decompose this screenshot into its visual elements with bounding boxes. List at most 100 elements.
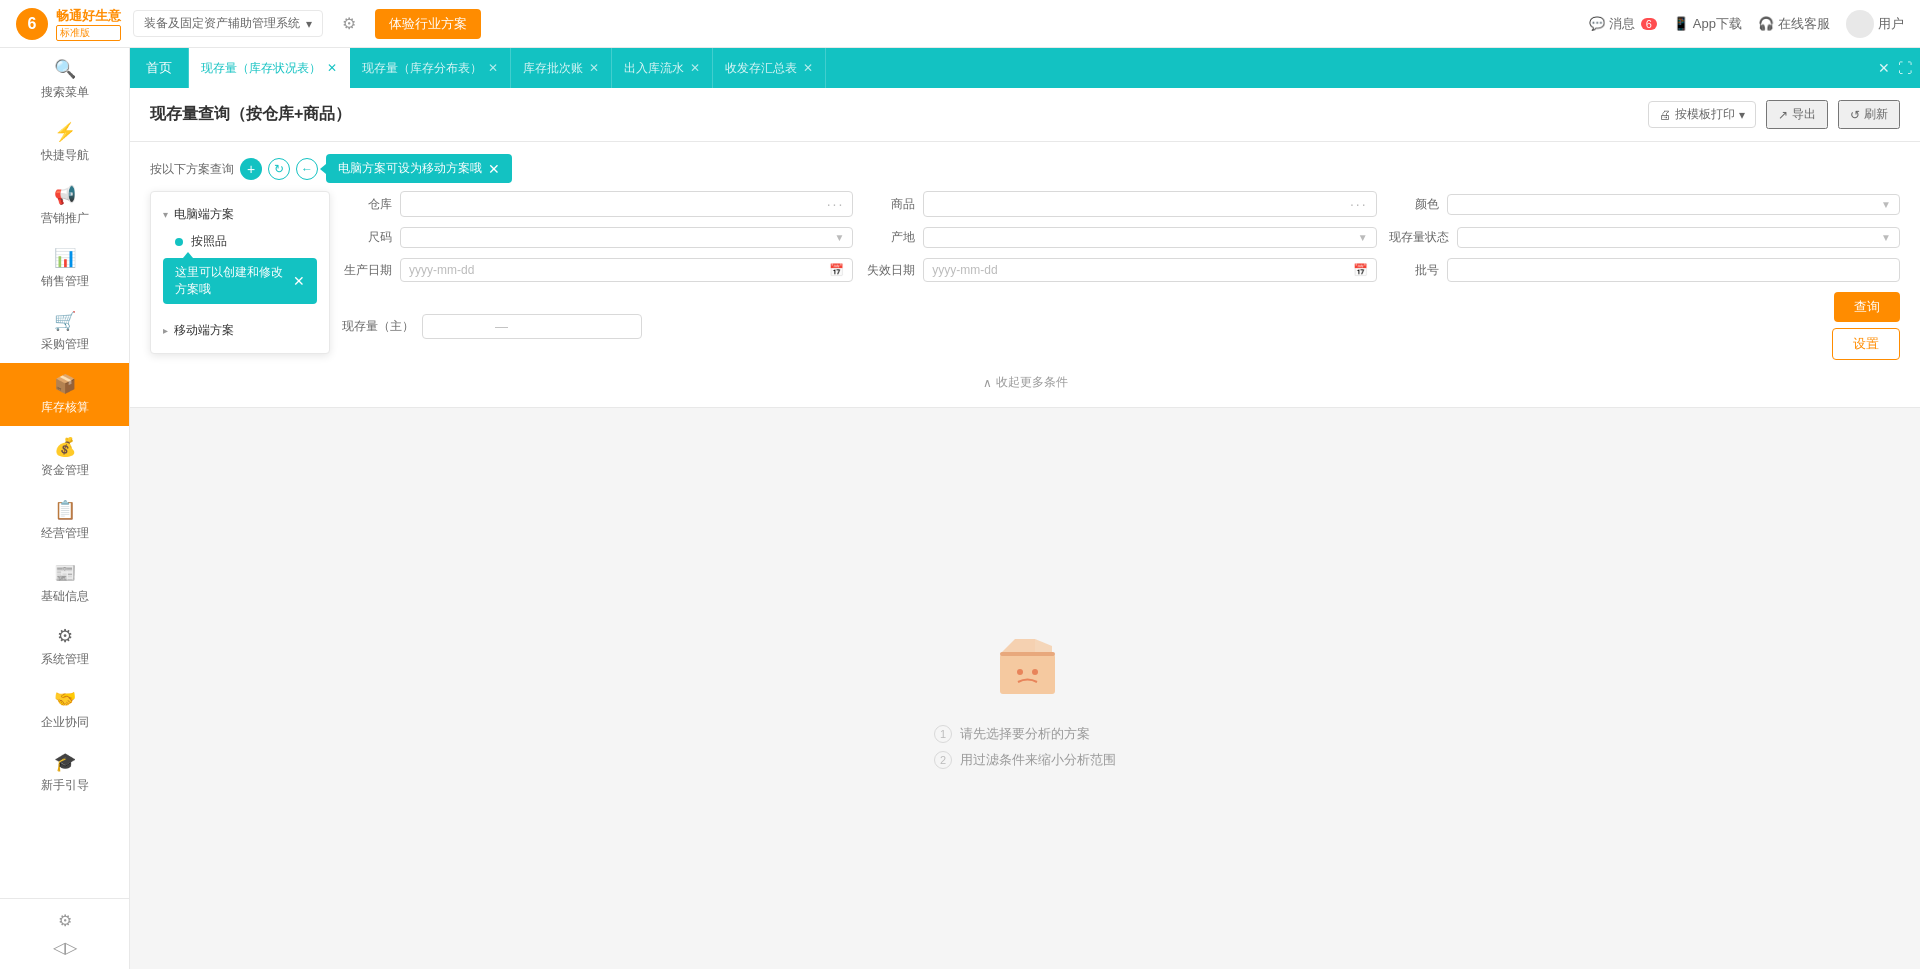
filter-area: 按以下方案查询 + ↻ ← 电脑方案可设为移动方案哦 ✕ <box>130 142 1920 408</box>
filter-add-button[interactable]: + <box>240 158 262 180</box>
product-select[interactable]: ··· <box>923 191 1376 217</box>
sidebar-label-quicknav: 快捷导航 <box>41 147 89 164</box>
sidebar-item-marketing[interactable]: 📢 营销推广 <box>0 174 129 237</box>
graduation-icon: 🎓 <box>54 751 76 773</box>
tooltip-schema-edit: 这里可以创建和修改方案哦 ✕ <box>163 258 317 304</box>
origin-select[interactable]: ▼ <box>923 227 1376 248</box>
export-icon: ↗ <box>1778 108 1788 122</box>
collapse-button[interactable]: ∧ 收起更多条件 <box>150 370 1900 395</box>
money-icon: 💰 <box>54 436 76 458</box>
reset-button[interactable]: 设置 <box>1832 328 1900 360</box>
sidebar-label-collab: 企业协同 <box>41 714 89 731</box>
quantity-range[interactable]: — <box>422 314 642 339</box>
user-label: 用户 <box>1878 15 1904 33</box>
message-icon: 💬 <box>1589 16 1605 31</box>
box-icon: 📦 <box>54 373 76 395</box>
sidebar-item-finance[interactable]: 💰 资金管理 <box>0 426 129 489</box>
document-icon: 📰 <box>54 562 76 584</box>
svg-point-3 <box>1032 669 1038 675</box>
logo-text: 畅通好生意 标准版 <box>56 7 121 41</box>
tab-inventory-dist[interactable]: 现存量（库存分布表） ✕ <box>350 48 511 88</box>
empty-tips: 1 请先选择要分析的方案 2 用过滤条件来缩小分析范围 <box>934 725 1116 769</box>
refresh-button[interactable]: ↺ 刷新 <box>1838 100 1900 129</box>
filter-actions: 查询 设置 <box>1832 292 1900 360</box>
product-dots: ··· <box>1350 196 1368 212</box>
filter-field-status: 现存量状态 ▼ <box>1389 227 1900 248</box>
search-icon: 🔍 <box>54 58 76 80</box>
user-menu[interactable]: 用户 <box>1846 10 1904 38</box>
sidebar-item-guide[interactable]: 🎓 新手引导 <box>0 741 129 804</box>
sidebar-settings-icon[interactable]: ⚙ <box>58 911 72 930</box>
filter-sync-button[interactable]: ↻ <box>268 158 290 180</box>
refresh-icon: ↺ <box>1850 108 1860 122</box>
print-button[interactable]: 🖨 按模板打印 ▾ <box>1648 101 1756 128</box>
sidebar-item-purchase[interactable]: 🛒 采购管理 <box>0 300 129 363</box>
filter-field-quantity: 现存量（主） — <box>342 314 642 339</box>
empty-tip-2: 2 用过滤条件来缩小分析范围 <box>934 751 1116 769</box>
app-download-button[interactable]: 📱 App下载 <box>1673 15 1742 33</box>
export-button[interactable]: ↗ 导出 <box>1766 100 1828 129</box>
sidebar-collapse-icon[interactable]: ◁▷ <box>53 938 77 957</box>
schema-tree-subitem[interactable]: 按照品 <box>151 229 329 254</box>
cart-icon: 🛒 <box>54 310 76 332</box>
tab-close-summary[interactable]: ✕ <box>803 62 813 74</box>
tab-bar: 首页 现存量（库存状况表） ✕ 现存量（库存分布表） ✕ 库存批次账 ✕ 出入库… <box>130 48 1920 88</box>
tab-inout[interactable]: 出入库流水 ✕ <box>612 48 713 88</box>
schema-tree-item-desktop[interactable]: ▾ 电脑端方案 <box>151 200 329 229</box>
tab-summary[interactable]: 收发存汇总表 ✕ <box>713 48 826 88</box>
color-select[interactable]: ▼ <box>1447 194 1900 215</box>
phone-icon: 📱 <box>1673 16 1689 31</box>
sidebar-item-base[interactable]: 📰 基础信息 <box>0 552 129 615</box>
tab-home[interactable]: 首页 <box>130 48 189 88</box>
sidebar-item-collab[interactable]: 🤝 企业协同 <box>0 678 129 741</box>
settings-button[interactable]: ⚙ <box>335 10 363 38</box>
sidebar-label-sales: 销售管理 <box>41 273 89 290</box>
headset-icon: 🎧 <box>1758 16 1774 31</box>
empty-tip-1: 1 请先选择要分析的方案 <box>934 725 1116 743</box>
sidebar-label-base: 基础信息 <box>41 588 89 605</box>
system-selector[interactable]: 装备及固定资产辅助管理系统 ▾ <box>133 10 323 37</box>
status-select[interactable]: ▼ <box>1457 227 1900 248</box>
schema-tree-item-mobile[interactable]: ▸ 移动端方案 <box>151 316 329 345</box>
filter-left-button[interactable]: ← <box>296 158 318 180</box>
tab-close-inventory-dist[interactable]: ✕ <box>488 62 498 74</box>
size-select[interactable]: ▼ <box>400 227 853 248</box>
sidebar-item-system[interactable]: ⚙ 系统管理 <box>0 615 129 678</box>
sidebar-item-operation[interactable]: 📋 经营管理 <box>0 489 129 552</box>
produce-date-input[interactable]: yyyy-mm-dd 📅 <box>400 258 853 282</box>
message-button[interactable]: 💬 消息 6 <box>1589 15 1657 33</box>
page-header: 现存量查询（按仓库+商品） 🖨 按模板打印 ▾ ↗ 导出 ↺ 刷新 <box>130 88 1920 142</box>
calendar-icon-produce: 📅 <box>829 263 844 277</box>
sidebar-label-finance: 资金管理 <box>41 462 89 479</box>
quantity-min[interactable] <box>431 319 491 333</box>
tab-close-inventory-status[interactable]: ✕ <box>327 62 337 74</box>
svg-point-2 <box>1017 669 1023 675</box>
message-badge: 6 <box>1641 18 1657 30</box>
tab-batch[interactable]: 库存批次账 ✕ <box>511 48 612 88</box>
tab-inventory-status[interactable]: 现存量（库存状况表） ✕ <box>189 48 350 88</box>
sidebar-item-quicknav[interactable]: ⚡ 快捷导航 <box>0 111 129 174</box>
quantity-max[interactable] <box>512 319 572 333</box>
sidebar-item-search[interactable]: 🔍 搜索菜单 <box>0 48 129 111</box>
filter-field-color: 颜色 ▼ <box>1389 194 1900 215</box>
tab-close-batch[interactable]: ✕ <box>589 62 599 74</box>
warehouse-select[interactable]: ··· <box>400 191 853 217</box>
tooltip2-close[interactable]: ✕ <box>293 273 305 289</box>
search-button[interactable]: 查询 <box>1834 292 1900 322</box>
tab-fullscreen-icon[interactable]: ⛶ <box>1898 60 1912 76</box>
tooltip1-close[interactable]: ✕ <box>488 161 500 177</box>
chevron-down-color: ▼ <box>1881 199 1891 210</box>
sidebar-label-search: 搜索菜单 <box>41 84 89 101</box>
sidebar-item-inventory[interactable]: 📦 库存核算 <box>0 363 129 426</box>
system-name: 装备及固定资产辅助管理系统 <box>144 15 300 32</box>
expire-date-input[interactable]: yyyy-mm-dd 📅 <box>923 258 1376 282</box>
tab-close-inout[interactable]: ✕ <box>690 62 700 74</box>
sidebar-label-marketing: 营销推广 <box>41 210 89 227</box>
sidebar-item-sales[interactable]: 📊 销售管理 <box>0 237 129 300</box>
tab-close-all-icon[interactable]: ✕ <box>1878 60 1890 76</box>
batch-input[interactable] <box>1447 258 1900 282</box>
chevron-down-origin: ▼ <box>1358 232 1368 243</box>
gear-icon: ⚙ <box>57 625 73 647</box>
support-button[interactable]: 🎧 在线客服 <box>1758 15 1830 33</box>
industry-button[interactable]: 体验行业方案 <box>375 9 481 39</box>
